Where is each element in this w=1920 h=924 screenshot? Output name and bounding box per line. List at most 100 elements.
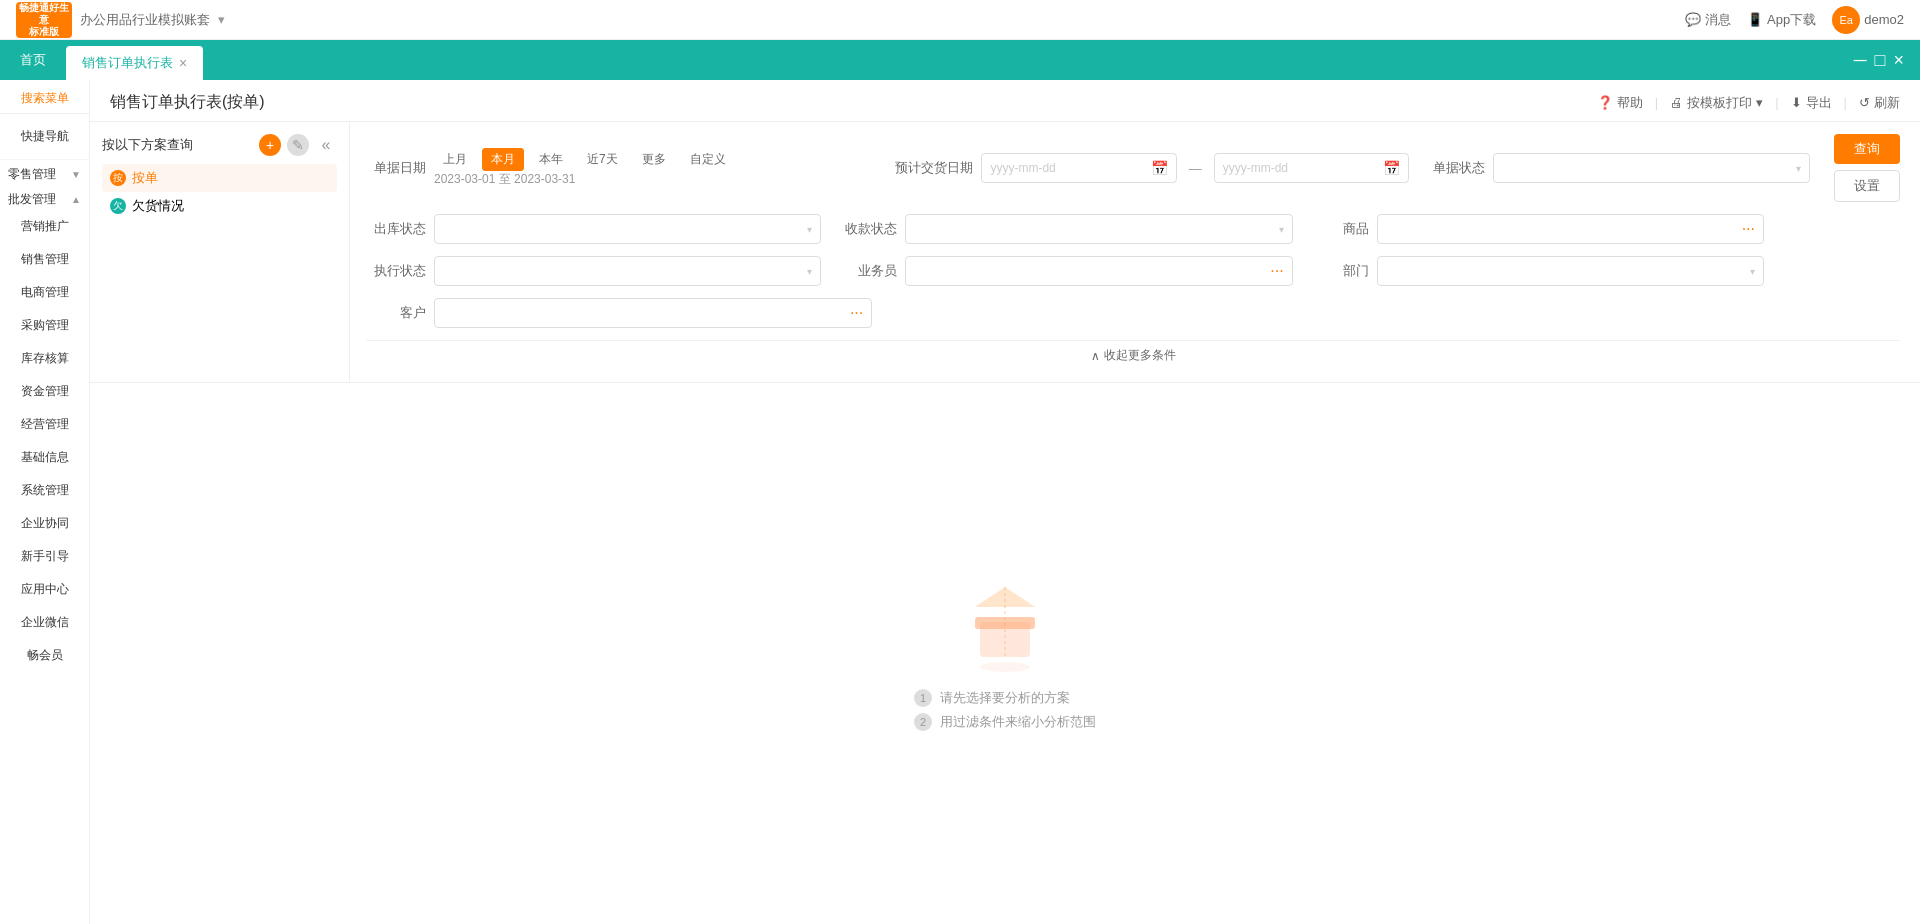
date-tag-lastmonth[interactable]: 上月 bbox=[434, 148, 476, 171]
topbar: 畅捷通好生意标准版 办公用品行业模拟账套 ▾ 💬 消息 📱 App下载 Ea d… bbox=[0, 0, 1920, 40]
empty-area: 1 请先选择要分析的方案 2 用过滤条件来缩小分析范围 bbox=[90, 383, 1920, 924]
sidebar-item-operations[interactable]: 经营管理 bbox=[0, 408, 89, 441]
date-tag-7days[interactable]: 近7天 bbox=[578, 148, 627, 171]
expected-date-start-input[interactable]: yyyy-mm-dd 📅 bbox=[981, 153, 1176, 183]
execution-select[interactable]: ▾ bbox=[434, 256, 821, 286]
expected-date-end-input[interactable]: yyyy-mm-dd 📅 bbox=[1214, 153, 1409, 183]
tab-active[interactable]: 销售订单执行表 × bbox=[66, 46, 203, 80]
empty-illustration bbox=[955, 577, 1055, 677]
filter-expected-date: 预计交货日期 yyyy-mm-dd 📅 — yyyy-mm-dd 📅 bbox=[895, 153, 1408, 183]
refresh-icon: ↺ bbox=[1859, 95, 1870, 110]
sidebar-item-quick-nav[interactable]: 快捷导航 bbox=[0, 120, 89, 153]
scheme-item-shortage[interactable]: 欠 欠货情况 bbox=[102, 192, 337, 220]
date-tag-thisyear[interactable]: 本年 bbox=[530, 148, 572, 171]
sidebar-item-ecommerce[interactable]: 电商管理 bbox=[0, 276, 89, 309]
export-button[interactable]: ⬇ 导出 bbox=[1791, 94, 1832, 112]
sidebar-item-apps[interactable]: 应用中心 bbox=[0, 573, 89, 606]
tab-close-icon[interactable]: × bbox=[179, 55, 187, 71]
date-tag-thismonth[interactable]: 本月 bbox=[482, 148, 524, 171]
maximize-button[interactable]: □ bbox=[1875, 51, 1886, 69]
scheme-item-order[interactable]: 按 按单 bbox=[102, 164, 337, 192]
filter-main: 单据日期 上月 本月 本年 近7天 更多 自定义 2023-03-01 至 20… bbox=[350, 122, 1900, 382]
shipment-select[interactable]: ▾ bbox=[434, 214, 821, 244]
scheme-add-button[interactable]: + bbox=[259, 134, 281, 156]
sidebar-item-inventory[interactable]: 库存核算 bbox=[0, 342, 89, 375]
date-range-text: 2023-03-01 至 2023-03-31 bbox=[434, 171, 879, 188]
product-input[interactable]: ··· bbox=[1377, 214, 1764, 244]
tabbar: 首页 销售订单执行表 × ─ □ × bbox=[0, 40, 1920, 80]
filter-date: 单据日期 上月 本月 本年 近7天 更多 自定义 2023-03-01 至 20… bbox=[366, 148, 879, 188]
sidebar-item-member[interactable]: 畅会员 bbox=[0, 639, 89, 672]
help-button[interactable]: ❓ 帮助 bbox=[1597, 94, 1643, 112]
query-buttons: 查询 设置 bbox=[1826, 134, 1900, 202]
app-download-button[interactable]: 📱 App下载 bbox=[1747, 11, 1816, 29]
message-button[interactable]: 💬 消息 bbox=[1685, 11, 1731, 29]
payment-select[interactable]: ▾ bbox=[905, 214, 1292, 244]
department-select[interactable]: ▾ bbox=[1377, 256, 1764, 286]
logo: 畅捷通好生意标准版 bbox=[16, 2, 72, 38]
filter-payment: 收款状态 ▾ bbox=[837, 214, 1292, 244]
sidebar-item-basic[interactable]: 基础信息 bbox=[0, 441, 89, 474]
payment-arrow-icon: ▾ bbox=[1279, 224, 1284, 235]
sidebar-item-purchase[interactable]: 采购管理 bbox=[0, 309, 89, 342]
help-icon: ❓ bbox=[1597, 95, 1613, 110]
date-tag-more[interactable]: 更多 bbox=[633, 148, 675, 171]
filter-product: 商品 ··· bbox=[1309, 214, 1764, 244]
avatar: Ea bbox=[1832, 6, 1860, 34]
date-tag-custom[interactable]: 自定义 bbox=[681, 148, 735, 171]
sidebar-item-marketing[interactable]: 营销推广 bbox=[0, 210, 89, 243]
query-button[interactable]: 查询 bbox=[1834, 134, 1900, 164]
user-profile[interactable]: Ea demo2 bbox=[1832, 6, 1904, 34]
print-button[interactable]: 🖨 按模板打印 ▾ bbox=[1670, 94, 1763, 112]
content-area: 销售订单执行表(按单) ❓ 帮助 | 🖨 按模板打印 ▾ | ⬇ 导出 | bbox=[90, 80, 1920, 924]
department-arrow-icon: ▾ bbox=[1750, 266, 1755, 277]
scheme-collapse-button[interactable]: « bbox=[315, 134, 337, 156]
sidebar-item-guide[interactable]: 新手引导 bbox=[0, 540, 89, 573]
scheme-item-icon-shortage: 欠 bbox=[110, 198, 126, 214]
sidebar-item-wechat[interactable]: 企业微信 bbox=[0, 606, 89, 639]
close-window-button[interactable]: × bbox=[1893, 51, 1904, 69]
filter-row-2: 出库状态 ▾ 收款状态 ▾ 商品 bbox=[366, 214, 1900, 244]
scheme-header: 按以下方案查询 + ✎ « bbox=[102, 134, 337, 156]
wholesale-expand-icon: ▲ bbox=[71, 194, 81, 205]
sidebar-item-system[interactable]: 系统管理 bbox=[0, 474, 89, 507]
app-title: 办公用品行业模拟账套 bbox=[80, 11, 210, 29]
salesperson-dots-icon[interactable]: ··· bbox=[1270, 262, 1283, 280]
dropdown-arrow-icon[interactable]: ▾ bbox=[218, 12, 225, 27]
filter-panel: 按以下方案查询 + ✎ « 按 按单 欠 欠货情况 bbox=[90, 122, 1920, 383]
sidebar-item-sales[interactable]: 销售管理 bbox=[0, 243, 89, 276]
refresh-button[interactable]: ↺ 刷新 bbox=[1859, 94, 1900, 112]
calendar-end-icon[interactable]: 📅 bbox=[1383, 160, 1400, 176]
sidebar-item-enterprise[interactable]: 企业协同 bbox=[0, 507, 89, 540]
filter-department: 部门 ▾ bbox=[1309, 256, 1764, 286]
export-icon: ⬇ bbox=[1791, 95, 1802, 110]
sidebar-section-retail[interactable]: 零售管理 ▼ bbox=[0, 160, 89, 185]
page-header: 销售订单执行表(按单) ❓ 帮助 | 🖨 按模板打印 ▾ | ⬇ 导出 | bbox=[90, 80, 1920, 122]
customer-input[interactable]: ··· bbox=[434, 298, 872, 328]
page-header-actions: ❓ 帮助 | 🖨 按模板打印 ▾ | ⬇ 导出 | ↺ 刷新 bbox=[1597, 94, 1900, 112]
retail-expand-icon: ▼ bbox=[71, 169, 81, 180]
salesperson-input[interactable]: ··· bbox=[905, 256, 1292, 286]
sidebar-quick-nav-group: 快捷导航 bbox=[0, 114, 89, 160]
tab-home[interactable]: 首页 bbox=[0, 40, 66, 80]
customer-dots-icon[interactable]: ··· bbox=[850, 304, 863, 322]
sidebar-item-finance[interactable]: 资金管理 bbox=[0, 375, 89, 408]
download-icon: 📱 bbox=[1747, 12, 1763, 27]
product-dots-icon[interactable]: ··· bbox=[1742, 220, 1755, 238]
sidebar-search[interactable]: 搜索菜单 bbox=[0, 80, 89, 114]
sidebar: 搜索菜单 快捷导航 零售管理 ▼ 批发管理 ▲ 营销推广 销售管理 电商管理 采… bbox=[0, 80, 90, 924]
minimize-button[interactable]: ─ bbox=[1854, 51, 1867, 69]
calendar-start-icon[interactable]: 📅 bbox=[1151, 160, 1168, 176]
settings-button[interactable]: 设置 bbox=[1834, 170, 1900, 202]
order-status-select[interactable]: ▾ bbox=[1493, 153, 1810, 183]
sidebar-section-wholesale[interactable]: 批发管理 ▲ bbox=[0, 185, 89, 210]
page-title: 销售订单执行表(按单) bbox=[110, 92, 265, 113]
scheme-actions: + ✎ « bbox=[259, 134, 337, 156]
topbar-left: 畅捷通好生意标准版 办公用品行业模拟账套 ▾ bbox=[16, 2, 225, 38]
filter-customer: 客户 ··· bbox=[366, 298, 872, 328]
filter-salesperson: 业务员 ··· bbox=[837, 256, 1292, 286]
scheme-edit-button[interactable]: ✎ bbox=[287, 134, 309, 156]
shipment-arrow-icon: ▾ bbox=[807, 224, 812, 235]
print-icon: 🖨 bbox=[1670, 95, 1683, 110]
collapse-button[interactable]: ∧ 收起更多条件 bbox=[1091, 347, 1176, 364]
